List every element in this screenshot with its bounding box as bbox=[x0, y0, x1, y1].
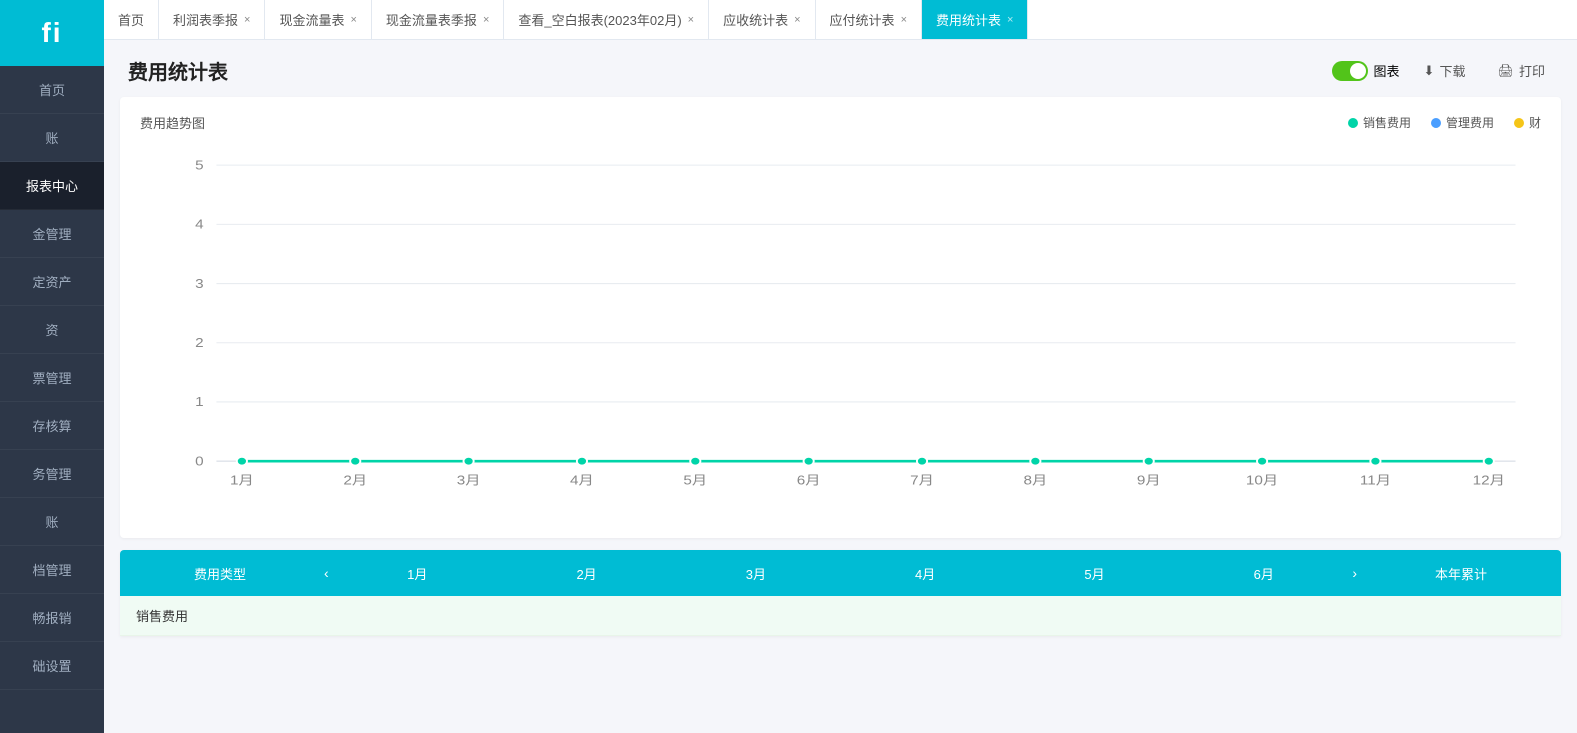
legend-dot-sales bbox=[1348, 118, 1358, 128]
sidebar-item-reports[interactable]: 报表中心 bbox=[0, 162, 104, 210]
tab-receivable[interactable]: 应收统计表 × bbox=[709, 0, 815, 40]
close-icon[interactable]: × bbox=[244, 14, 250, 26]
svg-text:3: 3 bbox=[195, 276, 204, 290]
row-m6 bbox=[1121, 606, 1259, 626]
col-month-4: 4月 bbox=[841, 564, 1010, 583]
sidebar-item-settings[interactable]: 础设置 bbox=[0, 642, 104, 690]
svg-text:2: 2 bbox=[195, 335, 204, 349]
sidebar-item-finance[interactable]: 金管理 bbox=[0, 210, 104, 258]
legend-dot-finance bbox=[1514, 118, 1524, 128]
svg-text:10月: 10月 bbox=[1246, 473, 1278, 487]
col-month-5: 5月 bbox=[1010, 564, 1179, 583]
chart-toggle[interactable] bbox=[1332, 61, 1368, 81]
chart-legend: 销售费用 管理费用 财 bbox=[1348, 114, 1541, 131]
sidebar-item-service[interactable]: 务管理 bbox=[0, 450, 104, 498]
close-icon[interactable]: × bbox=[350, 14, 356, 26]
print-button[interactable]: 🖨 打印 bbox=[1489, 57, 1553, 84]
sidebar-item-archive[interactable]: 档管理 bbox=[0, 546, 104, 594]
next-months-button[interactable]: › bbox=[1348, 565, 1361, 581]
tab-home[interactable]: 首页 bbox=[104, 0, 159, 40]
sidebar-item-assets[interactable]: 定资产 bbox=[0, 258, 104, 306]
sidebar-item-home[interactable]: 首页 bbox=[0, 66, 104, 114]
svg-text:5: 5 bbox=[195, 158, 204, 172]
tab-cashflow[interactable]: 现金流量表 × bbox=[265, 0, 371, 40]
chart-header: 费用趋势图 销售费用 管理费用 财 bbox=[140, 113, 1541, 132]
tab-profit-quarterly[interactable]: 利润表季报 × bbox=[159, 0, 265, 40]
row-m5 bbox=[983, 606, 1121, 626]
close-icon[interactable]: × bbox=[794, 14, 800, 26]
col-month-1: 1月 bbox=[333, 564, 502, 583]
col-month-3: 3月 bbox=[671, 564, 840, 583]
page-content: 费用统计表 图表 ⬇ 下载 🖨 打印 费用趋势图 bbox=[104, 40, 1577, 733]
page-title: 费用统计表 bbox=[128, 56, 228, 85]
col-month-6: 6月 bbox=[1179, 564, 1348, 583]
tab-expense[interactable]: 费用统计表 × bbox=[922, 0, 1028, 40]
svg-text:12月: 12月 bbox=[1473, 473, 1505, 487]
col-type: 费用类型 bbox=[120, 564, 320, 583]
legend-management: 管理费用 bbox=[1431, 114, 1494, 131]
sidebar: fi 首页 账 报表中心 金管理 定资产 资 票管理 存核算 务管理 账 档管理… bbox=[0, 0, 104, 733]
table-row: 销售费用 bbox=[120, 596, 1561, 636]
svg-text:1: 1 bbox=[195, 394, 204, 408]
row-total bbox=[1398, 606, 1561, 626]
sidebar-item-invoice[interactable]: 票管理 bbox=[0, 354, 104, 402]
sidebar-item-account[interactable]: 账 bbox=[0, 114, 104, 162]
svg-text:1月: 1月 bbox=[230, 473, 254, 487]
row-spacer2 bbox=[1260, 606, 1398, 626]
chart-area: 5 4 3 2 1 0 bbox=[140, 144, 1541, 514]
svg-text:8月: 8月 bbox=[1023, 473, 1047, 487]
tab-payable[interactable]: 应付统计表 × bbox=[816, 0, 922, 40]
chart-toggle-label: 图表 bbox=[1374, 61, 1400, 80]
svg-text:4月: 4月 bbox=[570, 473, 594, 487]
table-header: 费用类型 ‹ 1月 2月 3月 4月 5月 6月 › 本年累计 bbox=[120, 550, 1561, 596]
tab-bar: 首页 利润表季报 × 现金流量表 × 现金流量表季报 × 查看_空白报表(202… bbox=[104, 0, 1577, 40]
expense-table: 费用类型 ‹ 1月 2月 3月 4月 5月 6月 › 本年累计 销售费用 bbox=[120, 550, 1561, 636]
sidebar-item-reimbursement[interactable]: 畅报销 bbox=[0, 594, 104, 642]
row-m1 bbox=[429, 606, 567, 626]
sidebar-item-inventory[interactable]: 存核算 bbox=[0, 402, 104, 450]
svg-text:4: 4 bbox=[195, 217, 204, 231]
legend-finance: 财 bbox=[1514, 114, 1541, 131]
svg-text:5月: 5月 bbox=[683, 473, 707, 487]
sidebar-item-ledger[interactable]: 账 bbox=[0, 498, 104, 546]
row-m3 bbox=[706, 606, 844, 626]
col-yearly-total: 本年累计 bbox=[1361, 564, 1561, 583]
page-header: 费用统计表 图表 ⬇ 下载 🖨 打印 bbox=[104, 40, 1577, 97]
legend-dot-management bbox=[1431, 118, 1441, 128]
sidebar-item-salary[interactable]: 资 bbox=[0, 306, 104, 354]
svg-text:11月: 11月 bbox=[1360, 473, 1391, 487]
legend-sales: 销售费用 bbox=[1348, 114, 1411, 131]
tab-cashflow-quarterly[interactable]: 现金流量表季报 × bbox=[372, 0, 504, 40]
row-m2 bbox=[568, 606, 706, 626]
close-icon[interactable]: × bbox=[483, 14, 489, 26]
download-icon: ⬇ bbox=[1424, 63, 1435, 79]
sidebar-logo: fi bbox=[0, 0, 104, 66]
svg-text:7月: 7月 bbox=[910, 473, 934, 487]
row-m4 bbox=[845, 606, 983, 626]
svg-text:9月: 9月 bbox=[1137, 473, 1161, 487]
download-button[interactable]: ⬇ 下载 bbox=[1416, 57, 1474, 84]
print-icon: 🖨 bbox=[1497, 63, 1514, 79]
chart-toggle-wrap: 图表 bbox=[1332, 61, 1400, 81]
svg-text:3月: 3月 bbox=[457, 473, 481, 487]
tab-blank-report[interactable]: 查看_空白报表(2023年02月) × bbox=[504, 0, 709, 40]
col-month-2: 2月 bbox=[502, 564, 671, 583]
close-icon[interactable]: × bbox=[1007, 14, 1013, 26]
close-icon[interactable]: × bbox=[688, 14, 694, 26]
svg-text:2月: 2月 bbox=[343, 473, 367, 487]
main-area: 首页 利润表季报 × 现金流量表 × 现金流量表季报 × 查看_空白报表(202… bbox=[104, 0, 1577, 733]
close-icon[interactable]: × bbox=[901, 14, 907, 26]
header-actions: 图表 ⬇ 下载 🖨 打印 bbox=[1332, 57, 1553, 84]
chart-title: 费用趋势图 bbox=[140, 113, 205, 132]
chart-container: 费用趋势图 销售费用 管理费用 财 bbox=[120, 97, 1561, 538]
row-col-spacer bbox=[291, 606, 429, 626]
prev-months-button[interactable]: ‹ bbox=[320, 565, 333, 581]
row-type-sales: 销售费用 bbox=[120, 596, 291, 635]
svg-text:6月: 6月 bbox=[797, 473, 821, 487]
svg-text:0: 0 bbox=[195, 454, 204, 468]
